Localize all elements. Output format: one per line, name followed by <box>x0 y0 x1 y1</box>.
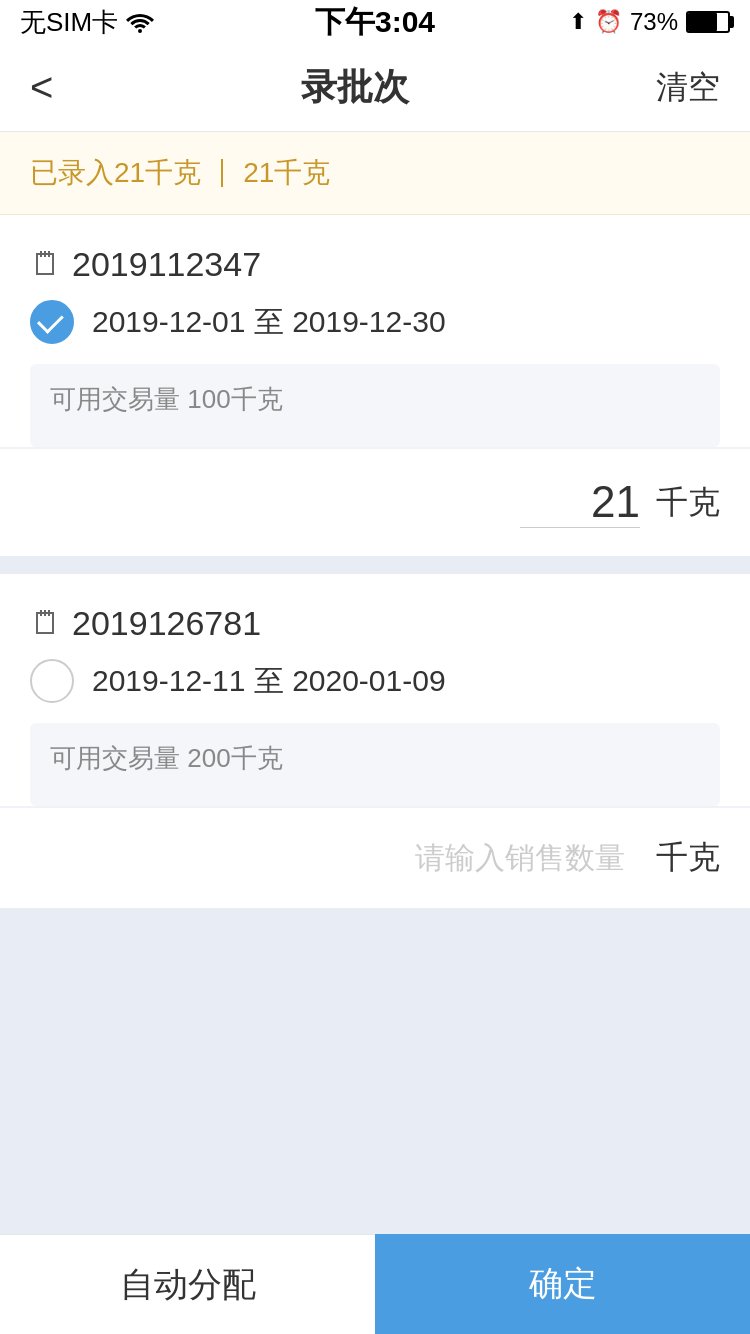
location-icon: ⬆ <box>569 9 587 35</box>
batch-2-id-row: 🗒 2019126781 <box>30 604 720 643</box>
clear-button[interactable]: 清空 <box>656 66 720 110</box>
auto-distribute-button[interactable]: 自动分配 <box>0 1234 375 1334</box>
status-left: 无SIM卡 <box>20 5 154 40</box>
batch-2-available: 可用交易量 200千克 <box>30 723 720 806</box>
batch-2-radio[interactable] <box>30 659 74 703</box>
confirm-button[interactable]: 确定 <box>375 1234 750 1334</box>
carrier-text: 无SIM卡 <box>20 5 118 40</box>
status-bar: 无SIM卡 下午3:04 ⬆ ⏰ 73% <box>0 0 750 44</box>
quantity-input-2[interactable] <box>240 841 640 875</box>
alarm-icon: ⏰ <box>595 9 622 35</box>
batch-2-id: 2019126781 <box>72 604 261 643</box>
info-divider <box>221 159 223 187</box>
quantity-value-1: 21 <box>591 477 640 526</box>
input-unit-2: 千克 <box>656 836 720 880</box>
battery-icon <box>686 11 730 33</box>
recorded-text: 已录入21千克 <box>30 154 201 192</box>
page-title: 录批次 <box>301 63 409 112</box>
info-banner: 已录入21千克 21千克 <box>0 132 750 215</box>
status-right: ⬆ ⏰ 73% <box>569 8 730 36</box>
bottom-bar: 自动分配 确定 <box>0 1234 750 1334</box>
batch-card-2: 🗒 2019126781 2019-12-11 至 2020-01-09 可用交… <box>0 574 750 806</box>
batch-1-id-row: 🗒 2019112347 <box>30 245 720 284</box>
batch-card-1-inner: 🗒 2019112347 2019-12-01 至 2019-12-30 <box>0 215 750 344</box>
nav-bar: < 录批次 清空 <box>0 44 750 132</box>
batch-2-doc-icon: 🗒 <box>30 605 62 642</box>
quantity-display: 21 <box>520 477 640 528</box>
quantity-unit-1: 千克 <box>656 481 720 525</box>
battery-text: 73% <box>630 8 678 36</box>
section-divider <box>0 556 750 574</box>
batch-1-date-row[interactable]: 2019-12-01 至 2019-12-30 <box>30 300 720 344</box>
batch-1-date: 2019-12-01 至 2019-12-30 <box>92 302 446 343</box>
total-text: 21千克 <box>243 154 330 192</box>
input-row-2[interactable]: 千克 <box>0 808 750 909</box>
status-time: 下午3:04 <box>315 2 435 43</box>
back-button[interactable]: < <box>30 65 53 110</box>
wifi-icon <box>126 11 154 33</box>
batch-2-date: 2019-12-11 至 2020-01-09 <box>92 661 446 702</box>
batch-card-2-inner: 🗒 2019126781 2019-12-11 至 2020-01-09 <box>0 574 750 703</box>
batch-1-id: 2019112347 <box>72 245 261 284</box>
batch-1-available: 可用交易量 100千克 <box>30 364 720 447</box>
batch-card-1: 🗒 2019112347 2019-12-01 至 2019-12-30 可用交… <box>0 215 750 447</box>
batch-1-radio[interactable] <box>30 300 74 344</box>
quantity-row-1: 21 千克 <box>0 449 750 556</box>
batch-2-date-row[interactable]: 2019-12-11 至 2020-01-09 <box>30 659 720 703</box>
batch-1-doc-icon: 🗒 <box>30 246 62 283</box>
